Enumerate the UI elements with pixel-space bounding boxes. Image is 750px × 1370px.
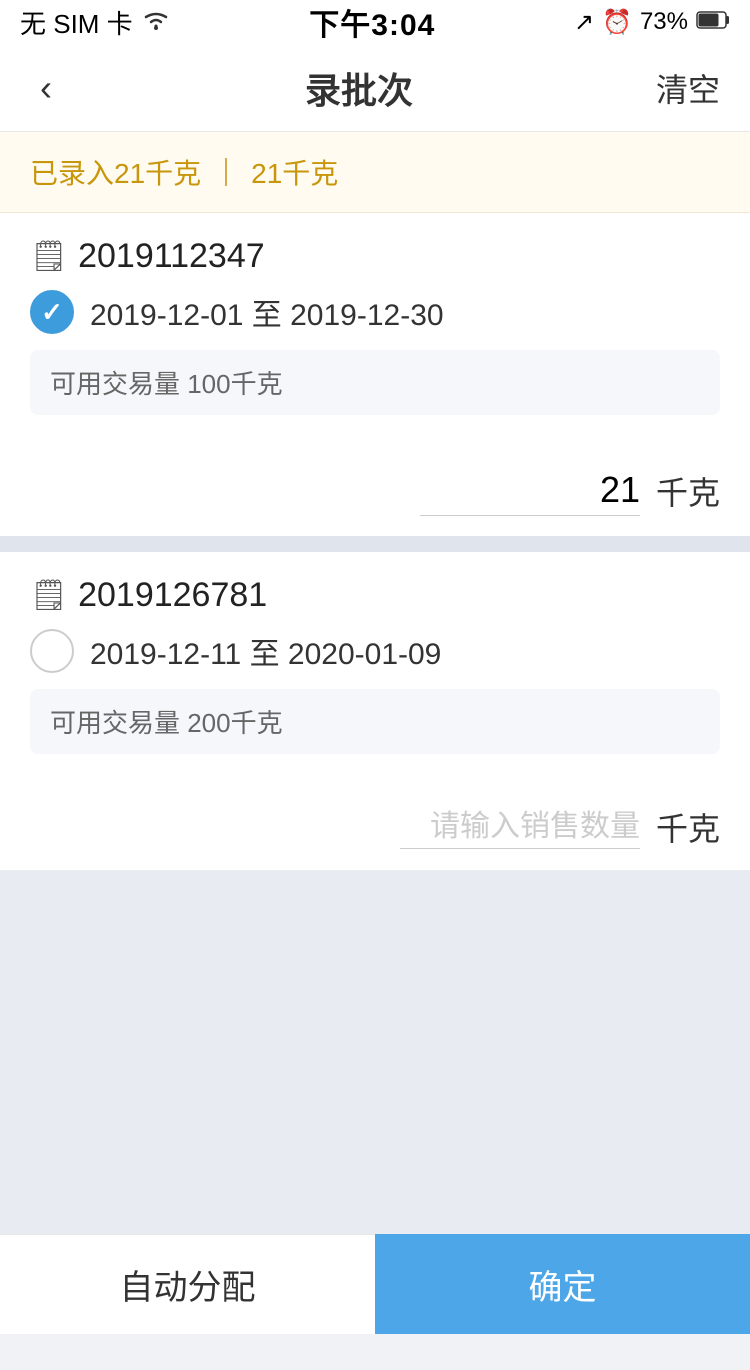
quantity-unit-1: 千克 — [656, 468, 720, 514]
page-title: 录批次 — [305, 62, 413, 114]
location-icon: ↗ — [574, 8, 594, 37]
quantity-row-1: 千克 — [0, 445, 750, 516]
back-button[interactable]: ‹ — [30, 57, 62, 119]
input-unit-2: 千克 — [656, 804, 720, 850]
batch-available-2: 可用交易量 200千克 — [30, 689, 720, 754]
doc-icon-2: 🗒 — [30, 578, 68, 613]
batch-date-1: 2019-12-01 至 2019-12-30 — [90, 290, 444, 334]
info-banner: 已录入21千克 21千克 — [0, 132, 750, 213]
info-value: 21千克 — [251, 152, 338, 192]
carrier-label: 无 SIM 卡 — [20, 4, 133, 41]
status-left: 无 SIM 卡 — [20, 4, 171, 41]
content-wrap: 🗒 2019112347 2019-12-01 至 2019-12-30 可用交… — [0, 213, 750, 1370]
card-divider — [0, 536, 750, 552]
batch-header-1: 🗒 2019112347 — [30, 237, 720, 276]
batch-date-row-2: 2019-12-11 至 2020-01-09 — [30, 629, 720, 673]
clear-button[interactable]: 清空 — [656, 65, 720, 111]
batch-item-1: 🗒 2019112347 2019-12-01 至 2019-12-30 可用交… — [0, 213, 750, 536]
quantity-input-1[interactable] — [420, 465, 640, 516]
batch-date-row-1: 2019-12-01 至 2019-12-30 — [30, 290, 720, 334]
doc-icon-1: 🗒 — [30, 239, 68, 274]
auto-distribute-button[interactable]: 自动分配 — [0, 1234, 375, 1334]
batch-item-2: 🗒 2019126781 2019-12-11 至 2020-01-09 可用交… — [0, 552, 750, 870]
empty-area — [0, 870, 750, 1270]
batch-date-2: 2019-12-11 至 2020-01-09 — [90, 629, 441, 673]
info-label: 已录入21千克 — [30, 152, 201, 192]
batch-header-2: 🗒 2019126781 — [30, 576, 720, 615]
bottom-bar: 自动分配 确定 — [0, 1234, 750, 1334]
status-right: ↗ ⏰ 73% — [574, 8, 730, 37]
status-time: 下午3:04 — [309, 0, 435, 44]
wifi-icon — [141, 7, 171, 38]
batch-available-1: 可用交易量 100千克 — [30, 350, 720, 415]
radio-1[interactable] — [30, 290, 74, 334]
status-bar: 无 SIM 卡 下午3:04 ↗ ⏰ 73% — [0, 0, 750, 44]
radio-2[interactable] — [30, 629, 74, 673]
input-row-2: 千克 — [0, 784, 750, 850]
batch-id-2: 2019126781 — [78, 576, 267, 615]
battery-label: 73% — [640, 8, 688, 36]
batch-id-1: 2019112347 — [78, 237, 265, 276]
confirm-button[interactable]: 确定 — [375, 1234, 750, 1334]
nav-bar: ‹ 录批次 清空 — [0, 44, 750, 132]
battery-icon — [696, 8, 730, 36]
alarm-icon: ⏰ — [602, 8, 632, 37]
info-divider — [225, 158, 227, 186]
quantity-input-2[interactable] — [400, 806, 640, 849]
